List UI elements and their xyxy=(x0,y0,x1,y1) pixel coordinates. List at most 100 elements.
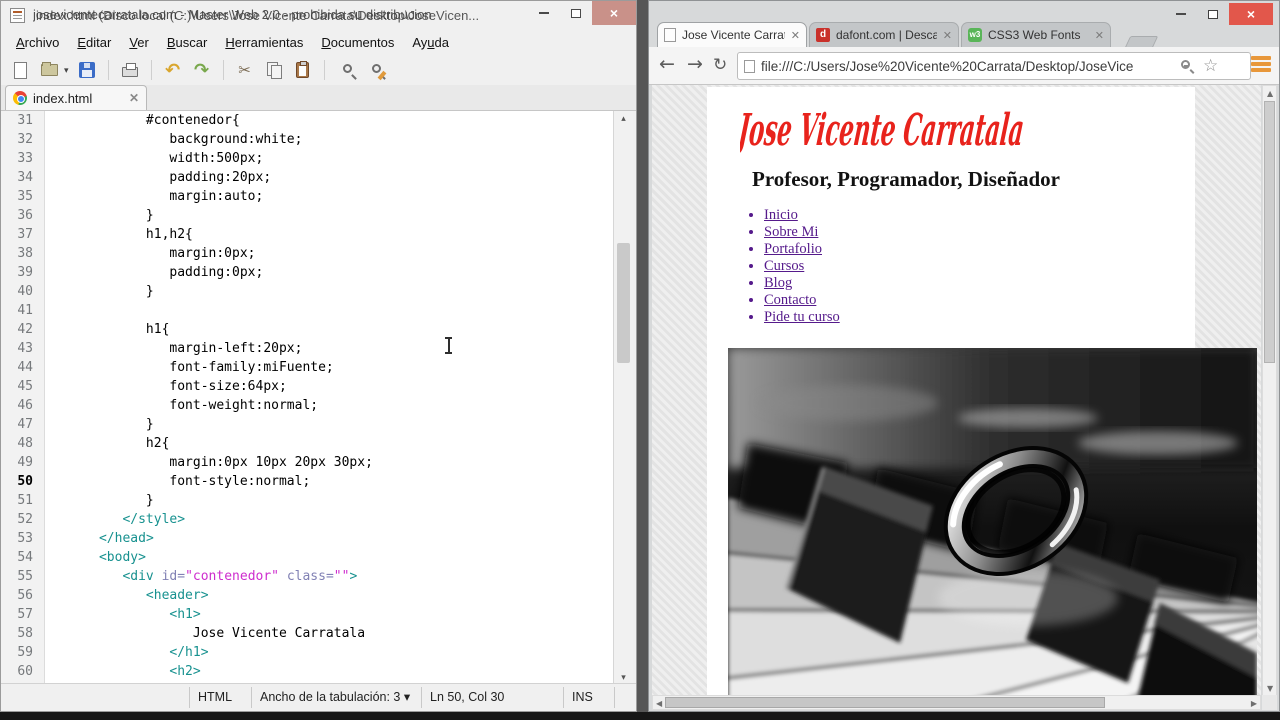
menu-archivo[interactable]: Archivo xyxy=(7,32,68,53)
code-line: 40 } xyxy=(1,282,613,301)
browser-tab[interactable]: w3 CSS3 Web Fonts ✕ xyxy=(961,22,1111,47)
code-line: 35 margin:auto; xyxy=(1,187,613,206)
gedit-statusbar: HTML ▾ Ancho de la tabulación: 3 ▾ Ln 50… xyxy=(1,683,636,720)
browser-minimize-button[interactable] xyxy=(1165,3,1197,25)
vertical-scrollbar[interactable]: ▲ ▼ xyxy=(1262,85,1277,697)
nav-link-cursos[interactable]: Cursos xyxy=(764,258,804,274)
menu-ver[interactable]: Ver xyxy=(120,32,158,53)
code-line: 52 </style> xyxy=(1,510,613,529)
paste-button[interactable] xyxy=(292,59,314,81)
undo-button[interactable]: ↶ xyxy=(162,59,184,81)
nav-link-sobre-mi[interactable]: Sobre Mi xyxy=(764,224,818,240)
code-line: 55 <div id="contenedor" class=""> xyxy=(1,567,613,586)
search-replace-button[interactable] xyxy=(364,59,386,81)
code-line: 39 padding:0px; xyxy=(1,263,613,282)
gedit-title: josevicentecarratala.com - Master Web 2.… xyxy=(33,7,518,25)
doc-tab-close-icon[interactable]: ✕ xyxy=(129,91,139,105)
horizontal-scrollbar-thumb[interactable] xyxy=(665,697,1105,708)
bookmark-star-icon[interactable]: ☆ xyxy=(1203,56,1218,76)
code-line: 46 font-weight:normal; xyxy=(1,396,613,415)
tab-close-icon[interactable]: ✕ xyxy=(791,29,800,42)
code-line: 34 padding:20px; xyxy=(1,168,613,187)
code-line: 37 h1,h2{ xyxy=(1,225,613,244)
gedit-doc-tabbar: index.html ✕ xyxy=(1,85,636,111)
minimize-button[interactable] xyxy=(528,1,560,25)
nav-link-pide-tu-curso[interactable]: Pide tu curso xyxy=(764,309,840,325)
code-line: 53 </head> xyxy=(1,529,613,548)
scroll-left-icon[interactable]: ◀ xyxy=(656,699,662,708)
copy-button[interactable] xyxy=(263,59,285,81)
code-line: 56 <header> xyxy=(1,586,613,605)
menu-herramientas[interactable]: Herramientas xyxy=(216,32,312,53)
site-logo: Jose Vicente Carratala xyxy=(740,105,1026,156)
menu-buscar[interactable]: Buscar xyxy=(158,32,216,53)
code-line: 51 } xyxy=(1,491,613,510)
menu-documentos[interactable]: Documentos xyxy=(312,32,403,53)
page-nav: InicioSobre MiPortafolioCursosBlogContac… xyxy=(743,207,840,326)
chrome-menu-icon[interactable] xyxy=(1251,56,1271,74)
tab-title: dafont.com | Descar xyxy=(836,28,937,42)
nav-link-portafolio[interactable]: Portafolio xyxy=(764,241,822,257)
code-editor[interactable]: 31 #contenedor{32 background:white; 33 wi… xyxy=(1,111,613,685)
nav-link-blog[interactable]: Blog xyxy=(764,275,792,291)
vertical-scrollbar-thumb[interactable] xyxy=(1264,101,1275,363)
close-button[interactable]: × xyxy=(592,1,636,25)
cut-button[interactable]: ✂ xyxy=(234,59,256,81)
nav-link-contacto[interactable]: Contacto xyxy=(764,292,816,308)
tab-close-icon[interactable]: ✕ xyxy=(1095,29,1104,42)
copy-icon xyxy=(266,62,282,79)
tab-width-selector[interactable]: Ancho de la tabulación: 3 ▾ xyxy=(251,687,421,708)
scroll-down-icon[interactable]: ▾ xyxy=(614,672,633,683)
back-button[interactable]: ← xyxy=(659,53,675,75)
nav-item: Sobre Mi xyxy=(764,224,840,241)
search-button[interactable] xyxy=(335,59,357,81)
nav-link-inicio[interactable]: Inicio xyxy=(764,207,798,223)
scroll-up-icon[interactable]: ▴ xyxy=(614,113,633,124)
desktop: josevicentecarratala.com - Master Web 2.… xyxy=(0,0,1280,720)
zoom-out-icon[interactable] xyxy=(1181,60,1195,74)
scroll-up-icon[interactable]: ▲ xyxy=(1267,89,1273,98)
code-line: 41 xyxy=(1,301,613,320)
code-line: 48 h2{ xyxy=(1,434,613,453)
open-dropdown-caret[interactable]: ▾ xyxy=(64,65,69,76)
maximize-button[interactable] xyxy=(560,1,592,25)
redo-button[interactable]: ↷ xyxy=(191,59,213,81)
url-text[interactable]: file:///C:/Users/Jose%20Vicente%20Carrat… xyxy=(761,59,1181,74)
tab-close-icon[interactable]: ✕ xyxy=(943,29,952,42)
print-button[interactable] xyxy=(119,59,141,81)
code-line: 60 <h2> xyxy=(1,662,613,681)
code-line: 42 h1{ xyxy=(1,320,613,339)
menu-ayuda[interactable]: Ayuda xyxy=(403,32,458,53)
code-line: 38 margin:0px; xyxy=(1,244,613,263)
scroll-right-icon[interactable]: ▶ xyxy=(1251,699,1257,708)
new-document-button[interactable] xyxy=(9,59,31,81)
code-line: 49 margin:0px 10px 20px 30px; xyxy=(1,453,613,472)
scroll-down-icon[interactable]: ▼ xyxy=(1267,684,1273,693)
editor-scrollbar-thumb[interactable] xyxy=(617,243,630,363)
browser-tab[interactable]: d dafont.com | Descar ✕ xyxy=(809,22,959,47)
browser-close-button[interactable]: × xyxy=(1229,3,1273,25)
doc-tab-label: index.html xyxy=(33,90,93,106)
code-line: 54 <body> xyxy=(1,548,613,567)
horizontal-scrollbar[interactable]: ◀ ▶ xyxy=(652,695,1261,710)
browser-tab[interactable]: Jose Vicente Carrata ✕ xyxy=(657,22,807,47)
doc-tab-index-html[interactable]: index.html ✕ xyxy=(5,85,147,110)
editor-scrollbar[interactable]: ▴ ▾ xyxy=(613,111,633,685)
gedit-app-icon xyxy=(10,8,25,23)
nav-item: Portafolio xyxy=(764,241,840,258)
language-selector[interactable]: HTML ▾ xyxy=(189,687,249,720)
code-line: 59 </h1> xyxy=(1,643,613,662)
paste-icon xyxy=(296,61,310,78)
forward-button[interactable]: → xyxy=(687,53,703,75)
gedit-titlebar[interactable]: josevicentecarratala.com - Master Web 2.… xyxy=(1,1,636,29)
search-icon xyxy=(343,63,353,73)
browser-maximize-button[interactable] xyxy=(1197,3,1229,25)
address-bar[interactable]: file:///C:/Users/Jose%20Vicente%20Carrat… xyxy=(737,52,1251,80)
code-line: 32 background:white; xyxy=(1,130,613,149)
reload-button[interactable]: ↻ xyxy=(713,55,727,75)
menu-editar[interactable]: Editar xyxy=(68,32,120,53)
save-icon xyxy=(78,62,95,78)
print-icon xyxy=(121,63,138,77)
open-button[interactable] xyxy=(38,59,60,81)
save-button[interactable] xyxy=(76,59,98,81)
